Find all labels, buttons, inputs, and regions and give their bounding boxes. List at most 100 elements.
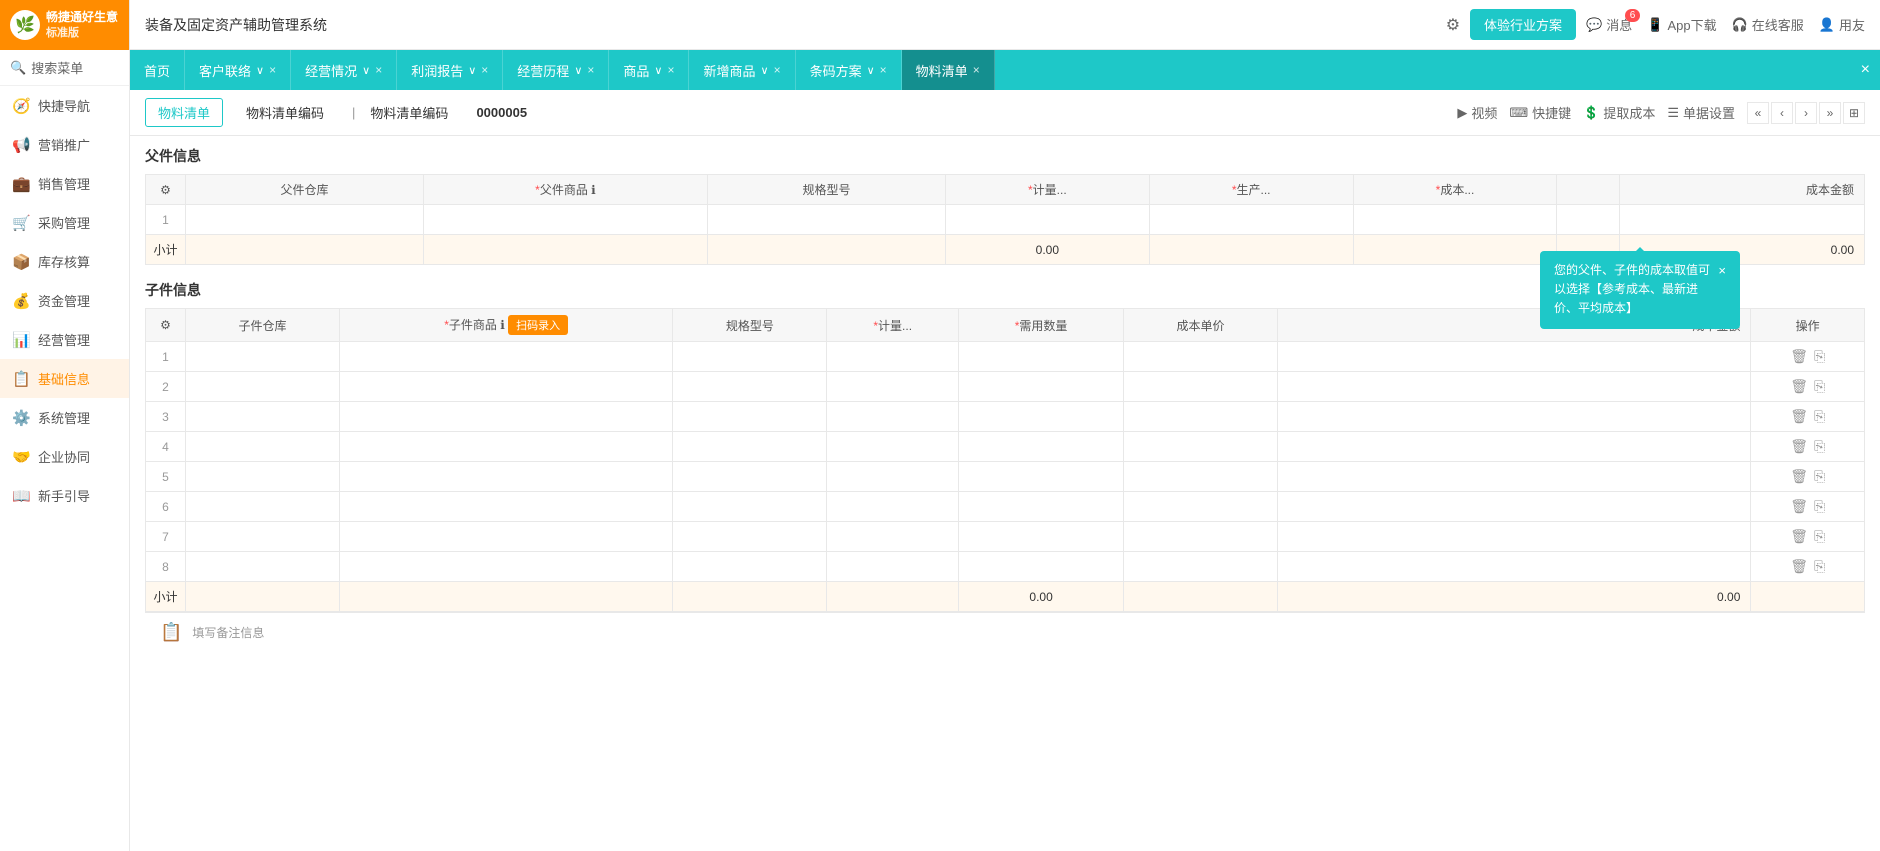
child-td-qty-6[interactable] xyxy=(959,492,1124,522)
child-td-spec-5[interactable] xyxy=(673,462,827,492)
sidebar-item-operations[interactable]: 📊经营管理 xyxy=(0,320,129,359)
nav-tab-close-1[interactable]: × xyxy=(269,63,276,77)
nav-tab-2[interactable]: 经营情况∨× xyxy=(291,50,397,90)
nav-tab-close-3[interactable]: × xyxy=(481,63,488,77)
sidebar-item-sales[interactable]: 💼销售管理 xyxy=(0,164,129,203)
nav-tab-7[interactable]: 条码方案∨× xyxy=(796,50,902,90)
nav-tab-1[interactable]: 客户联络∨× xyxy=(185,50,291,90)
online-service-action[interactable]: 🎧 在线客服 xyxy=(1732,15,1804,34)
child-td-spec-6[interactable] xyxy=(673,492,827,522)
child-copy-icon-7[interactable]: ⎘ xyxy=(1814,528,1825,545)
parent-td-spec[interactable] xyxy=(707,205,945,235)
child-td-unit-3[interactable] xyxy=(827,402,959,432)
child-th-settings[interactable]: ⚙ xyxy=(146,309,186,342)
nav-tab-close-7[interactable]: × xyxy=(880,63,887,77)
child-td-unit-cost-3[interactable] xyxy=(1124,402,1278,432)
toolbar-shortcut[interactable]: ⌨ 快捷键 xyxy=(1509,103,1571,122)
child-td-spec-4[interactable] xyxy=(673,432,827,462)
child-td-spec-3[interactable] xyxy=(673,402,827,432)
child-td-unit-cost-1[interactable] xyxy=(1124,342,1278,372)
child-td-unit-4[interactable] xyxy=(827,432,959,462)
child-td-unit-cost-2[interactable] xyxy=(1124,372,1278,402)
child-copy-icon-5[interactable]: ⎘ xyxy=(1814,468,1825,485)
sidebar-item-quick-nav[interactable]: 🧭快捷导航 xyxy=(0,86,129,125)
child-delete-icon-7[interactable]: 🗑 xyxy=(1790,528,1808,545)
gear-icon[interactable]: ⚙ xyxy=(1446,15,1460,35)
child-copy-icon-8[interactable]: ⎘ xyxy=(1814,558,1825,575)
child-delete-icon-1[interactable]: 🗑 xyxy=(1790,348,1808,365)
nav-tab-5[interactable]: 商品∨× xyxy=(609,50,689,90)
child-td-unit-cost-4[interactable] xyxy=(1124,432,1278,462)
child-copy-icon-4[interactable]: ⎘ xyxy=(1814,438,1825,455)
child-td-unit-5[interactable] xyxy=(827,462,959,492)
child-td-qty-5[interactable] xyxy=(959,462,1124,492)
tooltip-close-btn[interactable]: × xyxy=(1718,261,1726,282)
child-copy-icon-3[interactable]: ⎘ xyxy=(1814,408,1825,425)
child-td-product-2[interactable] xyxy=(339,372,673,402)
child-td-spec-7[interactable] xyxy=(673,522,827,552)
parent-td-cost[interactable] xyxy=(1353,205,1557,235)
nav-tab-close-5[interactable]: × xyxy=(667,63,674,77)
child-td-qty-8[interactable] xyxy=(959,552,1124,582)
sidebar-item-finance[interactable]: 💰资金管理 xyxy=(0,281,129,320)
toolbar-tab-code[interactable]: 物料清单编码 xyxy=(233,98,337,127)
parent-td-product[interactable] xyxy=(423,205,707,235)
child-td-unit-cost-8[interactable] xyxy=(1124,552,1278,582)
scan-btn[interactable]: 扫码录入 xyxy=(508,315,568,335)
child-td-warehouse-5[interactable] xyxy=(186,462,340,492)
child-td-unit-cost-5[interactable] xyxy=(1124,462,1278,492)
child-delete-icon-2[interactable]: 🗑 xyxy=(1790,378,1808,395)
child-copy-icon-1[interactable]: ⎘ xyxy=(1814,348,1825,365)
child-td-product-1[interactable] xyxy=(339,342,673,372)
child-td-spec-8[interactable] xyxy=(673,552,827,582)
child-td-warehouse-3[interactable] xyxy=(186,402,340,432)
parent-td-unit[interactable] xyxy=(945,205,1149,235)
sidebar-item-guide[interactable]: 📖新手引导 xyxy=(0,476,129,515)
child-td-qty-2[interactable] xyxy=(959,372,1124,402)
child-td-product-6[interactable] xyxy=(339,492,673,522)
child-td-product-4[interactable] xyxy=(339,432,673,462)
child-td-unit-7[interactable] xyxy=(827,522,959,552)
child-td-qty-1[interactable] xyxy=(959,342,1124,372)
toolbar-doc-settings[interactable]: ☰ 单据设置 xyxy=(1667,103,1735,122)
try-button[interactable]: 体验行业方案 xyxy=(1470,9,1576,40)
nav-tab-6[interactable]: 新增商品∨× xyxy=(689,50,795,90)
user-action[interactable]: 👤 用友 xyxy=(1819,15,1865,34)
child-copy-icon-6[interactable]: ⎘ xyxy=(1814,498,1825,515)
child-td-unit-2[interactable] xyxy=(827,372,959,402)
child-td-unit-6[interactable] xyxy=(827,492,959,522)
sidebar-item-purchase[interactable]: 🛒采购管理 xyxy=(0,203,129,242)
child-td-spec-2[interactable] xyxy=(673,372,827,402)
sidebar-item-enterprise[interactable]: 🤝企业协同 xyxy=(0,437,129,476)
sidebar-item-system[interactable]: ⚙️系统管理 xyxy=(0,398,129,437)
nav-tab-close-8[interactable]: × xyxy=(973,63,980,77)
child-td-product-3[interactable] xyxy=(339,402,673,432)
nav-tab-8[interactable]: 物料清单× xyxy=(902,50,995,90)
grid-view[interactable]: ⊞ xyxy=(1843,102,1865,124)
child-delete-icon-4[interactable]: 🗑 xyxy=(1790,438,1808,455)
child-delete-icon-5[interactable]: 🗑 xyxy=(1790,468,1808,485)
child-td-warehouse-1[interactable] xyxy=(186,342,340,372)
child-delete-icon-8[interactable]: 🗑 xyxy=(1790,558,1808,575)
child-delete-icon-3[interactable]: 🗑 xyxy=(1790,408,1808,425)
toolbar-video[interactable]: ▶ 视频 xyxy=(1457,103,1497,122)
nav-tab-close-4[interactable]: × xyxy=(587,63,594,77)
sidebar-search[interactable]: 🔍 搜索菜单 xyxy=(0,50,129,86)
arrow-prev[interactable]: ‹ xyxy=(1771,102,1793,124)
child-td-product-8[interactable] xyxy=(339,552,673,582)
child-td-unit-cost-6[interactable] xyxy=(1124,492,1278,522)
toolbar-extract-cost[interactable]: 💲 提取成本 xyxy=(1583,103,1655,122)
child-td-unit-cost-7[interactable] xyxy=(1124,522,1278,552)
nav-tab-3[interactable]: 利润报告∨× xyxy=(397,50,503,90)
parent-td-warehouse[interactable] xyxy=(186,205,424,235)
arrow-next-next[interactable]: » xyxy=(1819,102,1841,124)
parent-th-settings[interactable]: ⚙ xyxy=(146,175,186,205)
child-td-spec-1[interactable] xyxy=(673,342,827,372)
nav-close-all[interactable]: × xyxy=(1851,61,1880,79)
app-download-action[interactable]: 📱 App下载 xyxy=(1647,15,1716,34)
sidebar-item-inventory[interactable]: 📦库存核算 xyxy=(0,242,129,281)
child-td-warehouse-8[interactable] xyxy=(186,552,340,582)
child-td-unit-1[interactable] xyxy=(827,342,959,372)
child-td-unit-8[interactable] xyxy=(827,552,959,582)
child-td-warehouse-4[interactable] xyxy=(186,432,340,462)
